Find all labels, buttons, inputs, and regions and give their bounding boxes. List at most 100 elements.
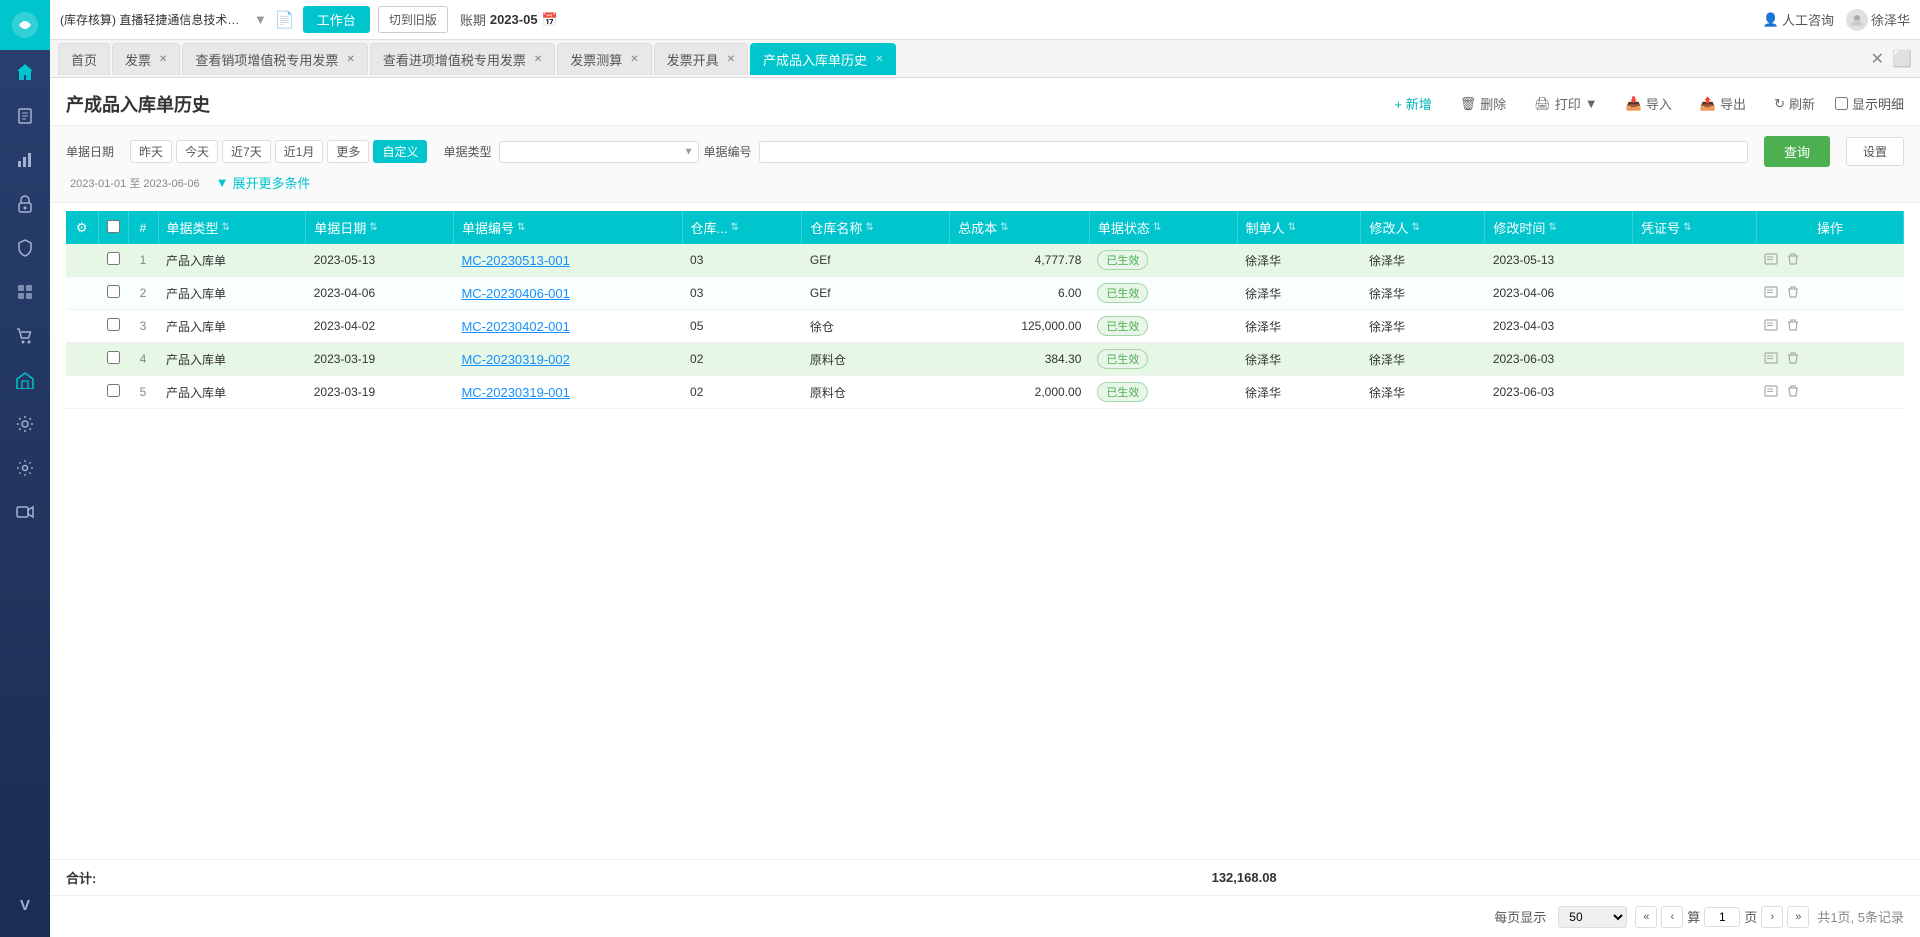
tab-close-all[interactable]: ✕ xyxy=(1871,49,1884,69)
print-dropdown-icon[interactable]: ▼ xyxy=(1585,96,1598,111)
row-number-link[interactable]: MC-20230402-001 xyxy=(461,319,569,334)
tab-purchase-invoice[interactable]: 查看进项增值税专用发票 ✕ xyxy=(370,43,555,75)
row-view-icon[interactable] xyxy=(1764,252,1778,269)
prev-page-btn[interactable]: ‹ xyxy=(1661,906,1683,928)
row-checkbox-cell[interactable] xyxy=(98,343,128,376)
old-version-button[interactable]: 切到旧版 xyxy=(378,6,448,33)
sidebar-item-video[interactable] xyxy=(0,490,50,534)
row-checkbox-2[interactable] xyxy=(107,318,120,331)
row-number-link[interactable]: MC-20230319-002 xyxy=(461,352,569,367)
app-dropdown-icon[interactable]: ▼ xyxy=(254,12,267,27)
date-btn-1month[interactable]: 近1月 xyxy=(275,140,324,163)
th-creator[interactable]: 制单人⇅ xyxy=(1237,211,1361,244)
date-btn-7days[interactable]: 近7天 xyxy=(222,140,271,163)
tab-invoice-open[interactable]: 发票开具 ✕ xyxy=(654,43,748,75)
row-number-link[interactable]: MC-20230319-001 xyxy=(461,385,569,400)
th-modifier[interactable]: 修改人⇅ xyxy=(1361,211,1485,244)
workspace-button[interactable]: 工作台 xyxy=(303,6,370,33)
row-number[interactable]: MC-20230319-002 xyxy=(453,343,682,376)
row-number[interactable]: MC-20230513-001 xyxy=(453,244,682,277)
sidebar-item-v[interactable]: V xyxy=(0,883,50,927)
row-checkbox-4[interactable] xyxy=(107,384,120,397)
row-delete-icon[interactable] xyxy=(1786,351,1800,368)
th-total-cost[interactable]: 总成本⇅ xyxy=(950,211,1090,244)
tab-history-close[interactable]: ✕ xyxy=(875,54,883,65)
row-checkbox-1[interactable] xyxy=(107,285,120,298)
app-logo[interactable] xyxy=(0,0,50,50)
row-number[interactable]: MC-20230402-001 xyxy=(453,310,682,343)
type-select[interactable] xyxy=(499,141,699,163)
th-date[interactable]: 单据日期⇅ xyxy=(306,211,454,244)
show-detail-input[interactable] xyxy=(1835,97,1848,110)
date-btn-yesterday[interactable]: 昨天 xyxy=(130,140,172,163)
last-page-btn[interactable]: » xyxy=(1787,906,1809,928)
print-button[interactable]: 🖨 打印 ▼ xyxy=(1526,90,1605,117)
row-checkbox-cell[interactable] xyxy=(98,244,128,277)
sidebar-item-purchase[interactable] xyxy=(0,314,50,358)
sidebar-item-analytics[interactable] xyxy=(0,138,50,182)
user-menu[interactable]: 徐泽华 xyxy=(1846,9,1910,31)
tab-calc-close[interactable]: ✕ xyxy=(630,54,638,65)
sidebar-item-lock[interactable] xyxy=(0,182,50,226)
row-checkbox-cell[interactable] xyxy=(98,310,128,343)
query-button[interactable]: 查询 xyxy=(1764,136,1830,167)
help-button[interactable]: 👤 人工咨询 xyxy=(1763,10,1834,29)
tab-sales-invoice[interactable]: 查看销项增值税专用发票 ✕ xyxy=(182,43,367,75)
row-checkbox-cell[interactable] xyxy=(98,277,128,310)
sidebar-item-documents[interactable] xyxy=(0,94,50,138)
th-warehouse-code[interactable]: 仓库...⇅ xyxy=(682,211,802,244)
row-delete-icon[interactable] xyxy=(1786,252,1800,269)
sidebar-item-warehouse[interactable] xyxy=(0,358,50,402)
row-number[interactable]: MC-20230406-001 xyxy=(453,277,682,310)
row-number-link[interactable]: MC-20230513-001 xyxy=(461,253,569,268)
sidebar-item-home[interactable] xyxy=(0,50,50,94)
select-all-checkbox[interactable] xyxy=(107,220,120,233)
row-checkbox-3[interactable] xyxy=(107,351,120,364)
row-delete-icon[interactable] xyxy=(1786,384,1800,401)
th-settings[interactable]: ⚙ xyxy=(66,211,98,244)
delete-button[interactable]: 🗑 删除 xyxy=(1452,90,1515,117)
sidebar-item-grid[interactable] xyxy=(0,270,50,314)
row-view-icon[interactable] xyxy=(1764,285,1778,302)
next-page-btn[interactable]: › xyxy=(1761,906,1783,928)
tab-purchase-close[interactable]: ✕ xyxy=(534,54,542,65)
date-btn-today[interactable]: 今天 xyxy=(176,140,218,163)
tab-invoice[interactable]: 发票 ✕ xyxy=(112,43,180,75)
row-number-link[interactable]: MC-20230406-001 xyxy=(461,286,569,301)
th-status[interactable]: 单据状态⇅ xyxy=(1089,211,1237,244)
tab-home[interactable]: 首页 xyxy=(58,43,110,75)
import-button[interactable]: 📥 导入 xyxy=(1618,90,1680,117)
th-warehouse-name[interactable]: 仓库名称⇅ xyxy=(802,211,950,244)
page-number-input[interactable] xyxy=(1704,907,1740,927)
column-settings-icon[interactable]: ⚙ xyxy=(76,220,88,235)
tab-invoice-close[interactable]: ✕ xyxy=(159,54,167,65)
per-page-select[interactable]: 50 100 xyxy=(1558,906,1627,928)
tab-open-close[interactable]: ✕ xyxy=(727,54,735,65)
th-modify-time[interactable]: 修改时间⇅ xyxy=(1485,211,1633,244)
row-number[interactable]: MC-20230319-001 xyxy=(453,376,682,409)
date-btn-more[interactable]: 更多 xyxy=(327,140,369,163)
number-input[interactable] xyxy=(759,141,1747,163)
th-checkbox[interactable] xyxy=(98,211,128,244)
setting-button[interactable]: 设置 xyxy=(1846,137,1904,166)
tab-maximize[interactable]: ⬜ xyxy=(1892,49,1912,69)
row-view-icon[interactable] xyxy=(1764,384,1778,401)
sidebar-item-production[interactable] xyxy=(0,402,50,446)
export-button[interactable]: 📤 导出 xyxy=(1692,90,1754,117)
tab-invoice-calc[interactable]: 发票测算 ✕ xyxy=(557,43,651,75)
tab-sales-close[interactable]: ✕ xyxy=(346,54,354,65)
th-voucher[interactable]: 凭证号⇅ xyxy=(1633,211,1757,244)
row-checkbox-cell[interactable] xyxy=(98,376,128,409)
row-checkbox-0[interactable] xyxy=(107,252,120,265)
row-view-icon[interactable] xyxy=(1764,351,1778,368)
th-type[interactable]: 单据类型⇅ xyxy=(158,211,306,244)
expand-more-button[interactable]: ▼ 展开更多条件 xyxy=(216,173,311,192)
row-delete-icon[interactable] xyxy=(1786,318,1800,335)
refresh-button[interactable]: ↻ 刷新 xyxy=(1766,90,1823,117)
th-number[interactable]: 单据编号⇅ xyxy=(453,211,682,244)
sidebar-item-shield[interactable] xyxy=(0,226,50,270)
topbar-doc-icon[interactable]: 📄 xyxy=(275,10,295,30)
show-detail-checkbox[interactable]: 显示明细 xyxy=(1835,94,1904,113)
row-delete-icon[interactable] xyxy=(1786,285,1800,302)
sidebar-item-settings[interactable] xyxy=(0,446,50,490)
